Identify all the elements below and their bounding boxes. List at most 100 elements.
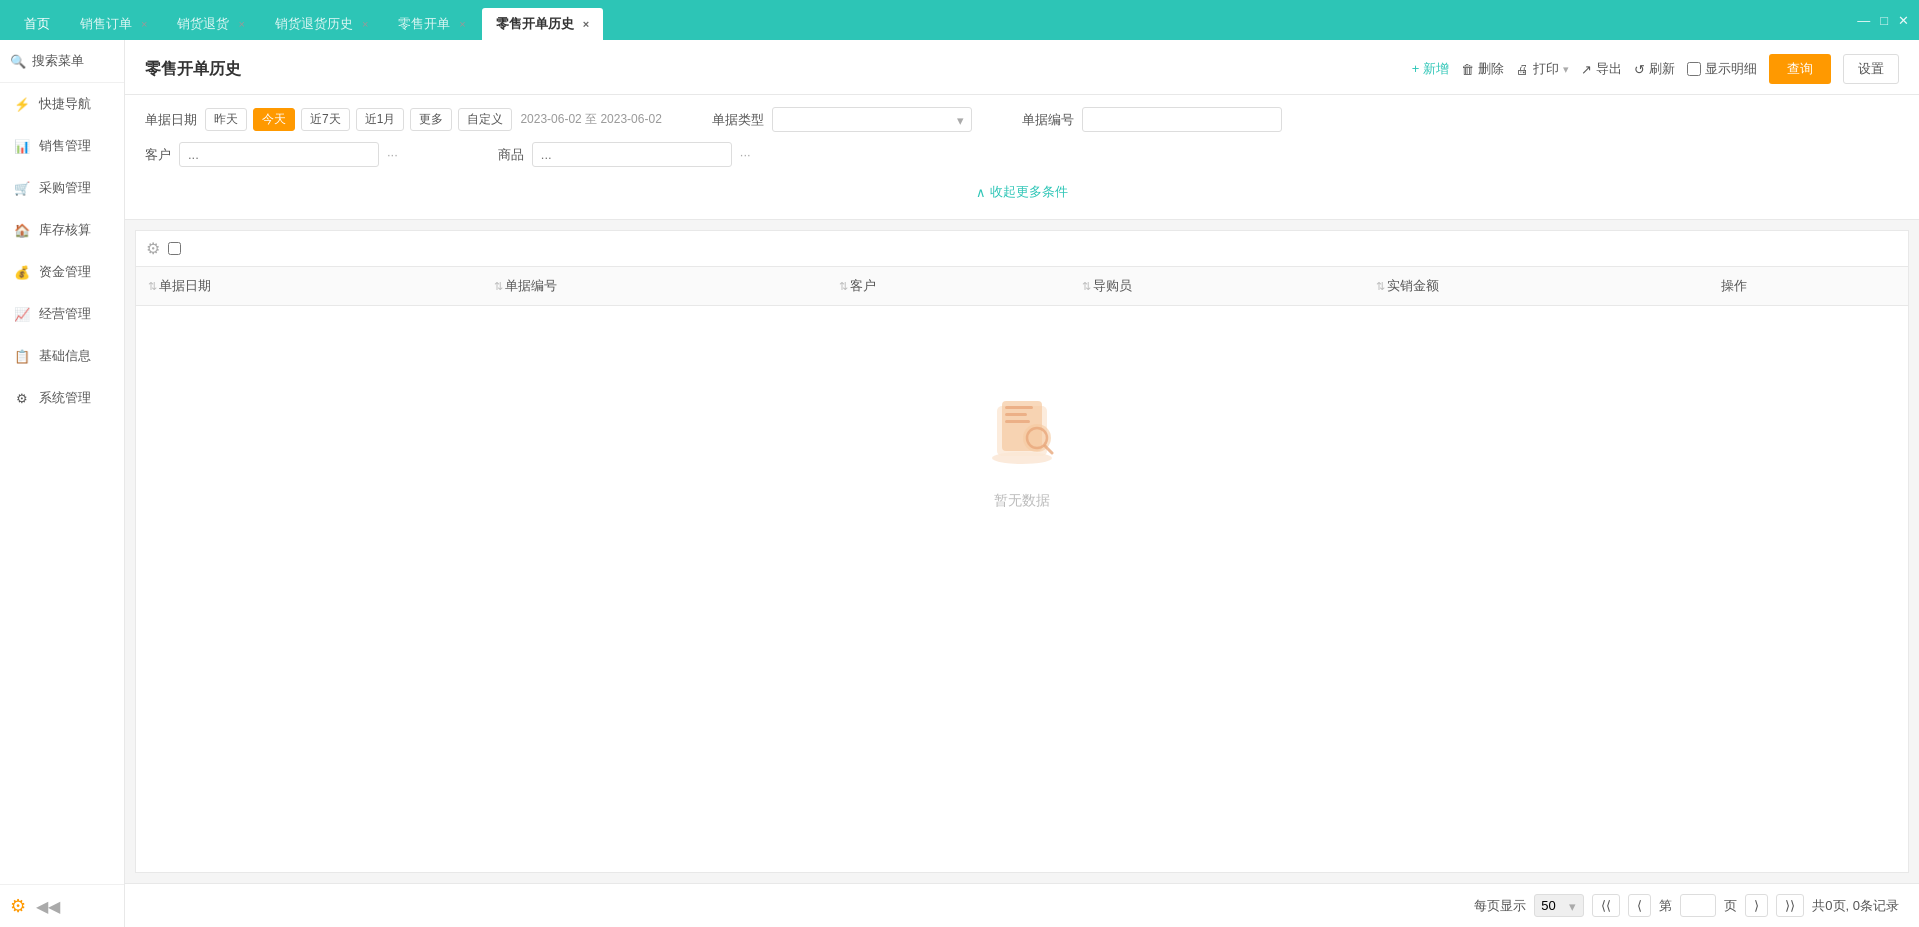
svg-rect-3 xyxy=(1005,406,1033,409)
date-option-更多[interactable]: 更多 xyxy=(410,108,452,131)
sidebar: 🔍 搜索菜单 ⚡ 快捷导航📊 销售管理🛒 采购管理🏠 库存核算💰 资金管理📈 经… xyxy=(0,40,125,927)
tab-close-icon[interactable]: × xyxy=(459,18,465,30)
show-detail-toggle[interactable]: 显示明细 xyxy=(1687,60,1757,78)
sidebar-item-基础信息[interactable]: 📋 基础信息 xyxy=(0,335,124,377)
table-header-客户[interactable]: ⇅客户 xyxy=(827,267,1069,306)
sidebar-label: 资金管理 xyxy=(39,263,91,281)
print-button[interactable]: 🖨 打印 ▾ xyxy=(1516,60,1569,78)
sidebar-item-销售管理[interactable]: 📊 销售管理 xyxy=(0,125,124,167)
sidebar-label: 库存核算 xyxy=(39,221,91,239)
page-size-select[interactable]: 102050100 xyxy=(1534,894,1584,917)
table-settings-icon[interactable]: ⚙ xyxy=(146,239,160,258)
sidebar-item-快捷导航[interactable]: ⚡ 快捷导航 xyxy=(0,83,124,125)
customer-dotted-icon[interactable]: ··· xyxy=(387,147,398,162)
sidebar-item-经营管理[interactable]: 📈 经营管理 xyxy=(0,293,124,335)
date-option-今天[interactable]: 今天 xyxy=(253,108,295,131)
tab-close-icon[interactable]: × xyxy=(362,18,368,30)
goods-dotted-icon[interactable]: ··· xyxy=(740,147,751,162)
sidebar-item-资金管理[interactable]: 💰 资金管理 xyxy=(0,251,124,293)
customer-filter-label: 客户 xyxy=(145,146,171,164)
date-filter-label: 单据日期 xyxy=(145,111,197,129)
delete-icon: 🗑 xyxy=(1461,62,1474,77)
page-label: 第 xyxy=(1659,897,1672,915)
tab-close-icon[interactable]: × xyxy=(238,18,244,30)
svg-rect-4 xyxy=(1005,413,1027,416)
query-button[interactable]: 查询 xyxy=(1769,54,1831,84)
table-area: ⚙ ⇅单据日期⇅单据编号⇅客户⇅导购员⇅实销金额操作 xyxy=(135,230,1909,873)
type-select[interactable] xyxy=(772,107,972,132)
table-header-单据编号[interactable]: ⇅单据编号 xyxy=(482,267,828,306)
sidebar-label: 销售管理 xyxy=(39,137,91,155)
sidebar-bottom: ⚙ ◀◀ xyxy=(0,884,124,927)
number-filter-label: 单据编号 xyxy=(1022,111,1074,129)
date-option-自定义[interactable]: 自定义 xyxy=(458,108,512,131)
sidebar-icon: 📊 xyxy=(13,137,31,155)
table-header-导购员[interactable]: ⇅导购员 xyxy=(1070,267,1364,306)
top-tab-零售开单历史[interactable]: 零售开单历史× xyxy=(482,8,603,40)
sidebar-item-采购管理[interactable]: 🛒 采购管理 xyxy=(0,167,124,209)
select-all-checkbox[interactable] xyxy=(168,242,181,255)
sort-icon: ⇅ xyxy=(1376,280,1385,292)
sidebar-icon: 🛒 xyxy=(13,179,31,197)
window-controls: — □ ✕ xyxy=(1857,13,1909,28)
number-input[interactable] xyxy=(1082,107,1282,132)
sort-icon: ⇅ xyxy=(494,280,503,292)
date-option-昨天[interactable]: 昨天 xyxy=(205,108,247,131)
goods-filter-label: 商品 xyxy=(498,146,524,164)
show-detail-checkbox[interactable] xyxy=(1687,62,1701,76)
type-filter: 单据类型 xyxy=(712,107,972,132)
sidebar-label: 快捷导航 xyxy=(39,95,91,113)
tab-close-icon[interactable]: × xyxy=(583,18,589,30)
sidebar-label: 基础信息 xyxy=(39,347,91,365)
table-toolbar: ⚙ xyxy=(136,231,1908,267)
sidebar-item-库存核算[interactable]: 🏠 库存核算 xyxy=(0,209,124,251)
tab-close-icon[interactable]: × xyxy=(141,18,147,30)
sidebar-label: 采购管理 xyxy=(39,179,91,197)
sort-icon: ⇅ xyxy=(1082,280,1091,292)
page-number-input[interactable]: 1 xyxy=(1680,894,1716,917)
refresh-icon: ↺ xyxy=(1634,62,1645,77)
top-tab-销售订单[interactable]: 销售订单× xyxy=(66,8,161,40)
sort-icon: ⇅ xyxy=(148,280,157,292)
goods-input[interactable] xyxy=(532,142,732,167)
pagination: 每页显示 102050100 ⟨⟨ ⟨ 第 1 页 ⟩ ⟩⟩ 共0页, 0条记录 xyxy=(125,883,1919,927)
collapse-filter-btn[interactable]: ∧ 收起更多条件 xyxy=(145,177,1899,207)
top-tab-零售开单[interactable]: 零售开单× xyxy=(384,8,479,40)
sort-icon: ⇅ xyxy=(839,280,848,292)
table-header-单据日期[interactable]: ⇅单据日期 xyxy=(136,267,482,306)
date-filter: 单据日期 昨天今天近7天近1月更多自定义 2023-06-02 至 2023-0… xyxy=(145,108,662,131)
print-chevron-icon: ▾ xyxy=(1563,63,1569,76)
prev-page-btn[interactable]: ⟨ xyxy=(1628,894,1651,917)
date-options-group: 昨天今天近7天近1月更多自定义 xyxy=(205,108,512,131)
settings-button[interactable]: 设置 xyxy=(1843,54,1899,84)
add-button[interactable]: + 新增 xyxy=(1412,60,1449,78)
sidebar-search[interactable]: 🔍 搜索菜单 xyxy=(0,40,124,83)
export-icon: ↗ xyxy=(1581,62,1592,77)
collapse-sidebar-btn[interactable]: ◀◀ xyxy=(36,897,60,916)
export-button[interactable]: ↗ 导出 xyxy=(1581,60,1622,78)
close-btn[interactable]: ✕ xyxy=(1898,13,1909,28)
sidebar-item-系统管理[interactable]: ⚙ 系统管理 xyxy=(0,377,124,419)
date-option-近7天[interactable]: 近7天 xyxy=(301,108,350,131)
customer-input[interactable] xyxy=(179,142,379,167)
maximize-btn[interactable]: □ xyxy=(1880,13,1888,28)
filter-row-1: 单据日期 昨天今天近7天近1月更多自定义 2023-06-02 至 2023-0… xyxy=(145,107,1899,132)
next-page-btn[interactable]: ⟩ xyxy=(1745,894,1768,917)
settings-icon[interactable]: ⚙ xyxy=(10,895,26,917)
first-page-btn[interactable]: ⟨⟨ xyxy=(1592,894,1620,917)
last-page-btn[interactable]: ⟩⟩ xyxy=(1776,894,1804,917)
top-tab-销货退货[interactable]: 销货退货× xyxy=(163,8,258,40)
top-tab-首页[interactable]: 首页 xyxy=(10,8,64,40)
refresh-button[interactable]: ↺ 刷新 xyxy=(1634,60,1675,78)
sidebar-icon: 🏠 xyxy=(13,221,31,239)
delete-button[interactable]: 🗑 删除 xyxy=(1461,60,1504,78)
top-bar: 首页销售订单×销货退货×销货退货历史×零售开单×零售开单历史× — □ ✕ xyxy=(0,0,1919,40)
search-icon: 🔍 xyxy=(10,54,26,69)
number-filter: 单据编号 xyxy=(1022,107,1282,132)
date-option-近1月[interactable]: 近1月 xyxy=(356,108,405,131)
table-header-实销金额[interactable]: ⇅实销金额 xyxy=(1364,267,1710,306)
minimize-btn[interactable]: — xyxy=(1857,13,1870,28)
top-tab-销货退货历史[interactable]: 销货退货历史× xyxy=(261,8,382,40)
data-table: ⇅单据日期⇅单据编号⇅客户⇅导购员⇅实销金额操作 xyxy=(136,267,1908,306)
empty-text: 暂无数据 xyxy=(994,492,1050,510)
